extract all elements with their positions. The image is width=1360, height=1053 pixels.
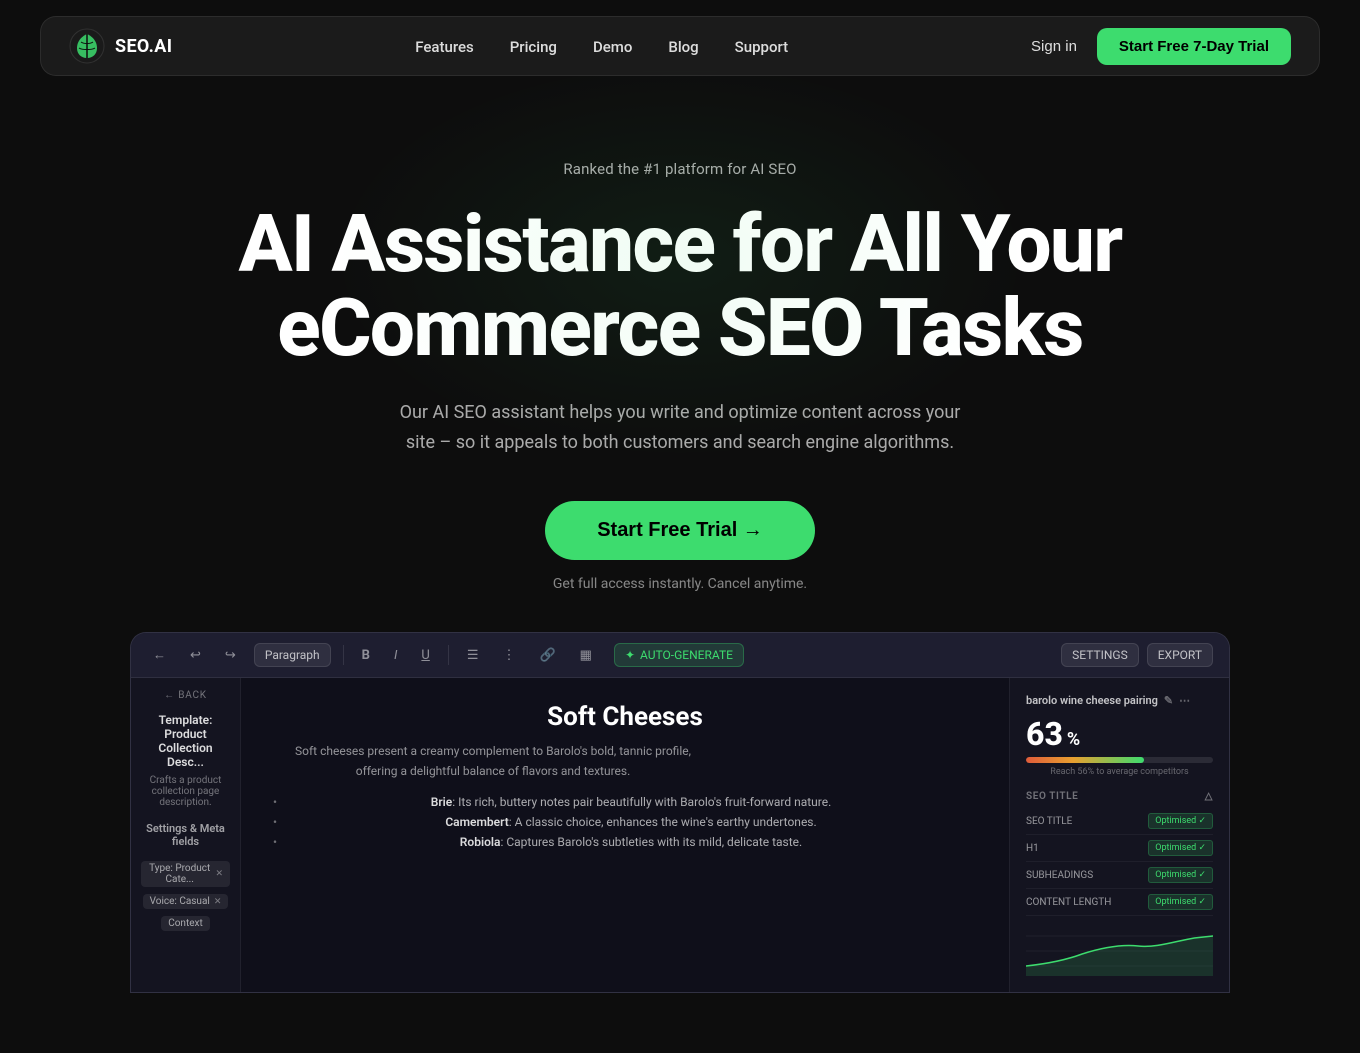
subheadings-badge: Optimised ✓ <box>1148 867 1213 883</box>
list-item-0: Brie: Its rich, buttery notes pair beaut… <box>273 795 977 809</box>
link-icon[interactable]: 🔗 <box>533 644 561 667</box>
paragraph-dropdown[interactable]: Paragraph <box>254 643 331 667</box>
db-toolbar: ← ↩ ↪ Paragraph B I U ☰ ⋮ 🔗 ▦ ✦ AUTO-GEN… <box>131 633 1229 678</box>
subheadings-row: SUBHEADINGS Optimised ✓ <box>1026 862 1213 889</box>
hero-badge: Ranked the #1 platform for AI SEO <box>563 160 796 178</box>
template-title: Template: Product Collection Desc... <box>139 713 232 769</box>
logo-link[interactable]: SEO.AI <box>69 28 172 64</box>
settings-btn[interactable]: SETTINGS <box>1061 643 1139 667</box>
auto-generate-btn[interactable]: ✦ AUTO-GENERATE <box>614 643 744 667</box>
redo-icon[interactable]: ↪ <box>219 644 242 667</box>
tag-1-remove[interactable]: ✕ <box>214 897 222 907</box>
toolbar-right: SETTINGS EXPORT <box>1061 643 1213 667</box>
nav-pricing[interactable]: Pricing <box>510 38 557 56</box>
mini-chart <box>1026 926 1213 976</box>
list-item-2: Robiola: Captures Barolo's subtleties wi… <box>273 835 977 849</box>
right-section-header: SEO TITLE △ <box>1026 791 1213 802</box>
h1-badge: Optimised ✓ <box>1148 840 1213 856</box>
hero-cta-button[interactable]: Start Free Trial → <box>545 501 815 560</box>
start-trial-button[interactable]: Start Free 7-Day Trial <box>1097 28 1291 65</box>
underline-icon[interactable]: U <box>415 644 435 667</box>
chart-svg <box>1026 926 1213 976</box>
subheadings-label: SUBHEADINGS <box>1026 870 1093 881</box>
edit-query-icon[interactable]: ✎ <box>1164 694 1173 707</box>
toolbar-sep-1 <box>343 645 344 665</box>
seo-title-label: SEO TITLE <box>1026 816 1072 827</box>
settings-section-label: Settings & Meta fields <box>139 822 232 848</box>
score-bar <box>1026 757 1213 763</box>
template-desc: Crafts a product collection page descrip… <box>139 775 232 808</box>
list-icon[interactable]: ☰ <box>461 644 485 667</box>
seo-query: barolo wine cheese pairing ✎ ⋯ <box>1026 694 1213 707</box>
tags-container: Type: Product Cate... ✕ Voice: Casual ✕ … <box>139 856 232 933</box>
tag-1[interactable]: Voice: Casual ✕ <box>143 894 229 909</box>
logo-text: SEO.AI <box>115 36 172 57</box>
tag-0[interactable]: Type: Product Cate... ✕ <box>141 861 230 887</box>
more-icon[interactable]: ⋯ <box>1179 694 1190 707</box>
nav-features[interactable]: Features <box>415 38 473 56</box>
content-length-badge: Optimised ✓ <box>1148 894 1213 910</box>
content-length-row: CONTENT LENGTH Optimised ✓ <box>1026 889 1213 916</box>
table-icon[interactable]: ▦ <box>574 644 598 667</box>
navbar: SEO.AI Features Pricing Demo Blog Suppor… <box>40 16 1320 76</box>
h1-row: H1 Optimised ✓ <box>1026 835 1213 862</box>
dashboard-preview: ← ↩ ↪ Paragraph B I U ☰ ⋮ 🔗 ▦ ✦ AUTO-GEN… <box>130 632 1230 993</box>
nav-links: Features Pricing Demo Blog Support <box>415 37 788 56</box>
nav-demo[interactable]: Demo <box>593 38 632 56</box>
auto-generate-icon: ✦ <box>625 648 635 662</box>
seo-title-row: SEO TITLE Optimised ✓ <box>1026 808 1213 835</box>
ol-icon[interactable]: ⋮ <box>496 644 521 667</box>
hero-subtitle: Our AI SEO assistant helps you write and… <box>390 398 970 457</box>
tag-0-remove[interactable]: ✕ <box>215 869 223 879</box>
tag-2: Context <box>161 916 210 931</box>
score-hint: Reach 56% to average competitors <box>1026 767 1213 777</box>
hero-section: Ranked the #1 platform for AI SEO AI Ass… <box>0 0 1360 1053</box>
undo-icon[interactable]: ↩ <box>184 644 207 667</box>
content-list: Brie: Its rich, buttery notes pair beaut… <box>273 795 977 849</box>
back-icon[interactable]: ← <box>147 643 172 667</box>
sign-in-button[interactable]: Sign in <box>1031 38 1077 55</box>
seo-score: 63 <box>1026 715 1063 753</box>
hero-cta-note: Get full access instantly. Cancel anytim… <box>553 576 807 592</box>
logo-icon <box>69 28 105 64</box>
list-item-1: Camembert: A classic choice, enhances th… <box>273 815 977 829</box>
export-btn[interactable]: EXPORT <box>1147 643 1213 667</box>
content-title[interactable]: Soft Cheeses <box>273 702 977 732</box>
italic-icon[interactable]: I <box>388 644 403 667</box>
db-right-panel: barolo wine cheese pairing ✎ ⋯ 63 % Reac… <box>1009 678 1229 992</box>
seo-title-badge: Optimised ✓ <box>1148 813 1213 829</box>
bold-icon[interactable]: B <box>356 644 376 667</box>
dashboard-outer: ← ↩ ↪ Paragraph B I U ☰ ⋮ 🔗 ▦ ✦ AUTO-GEN… <box>130 632 1230 993</box>
db-main-editor: Soft Cheeses Soft cheeses present a crea… <box>241 678 1009 992</box>
sidebar-back[interactable]: ← BACK <box>139 690 232 701</box>
hero-title: AI Assistance for All Your eCommerce SEO… <box>238 202 1121 370</box>
db-body: ← BACK Template: Product Collection Desc… <box>131 678 1229 992</box>
nav-blog[interactable]: Blog <box>668 38 698 56</box>
content-paragraph[interactable]: Soft cheeses present a creamy complement… <box>273 742 713 780</box>
h1-label: H1 <box>1026 843 1039 854</box>
nav-support[interactable]: Support <box>735 38 788 56</box>
score-bar-fill <box>1026 757 1144 763</box>
seo-score-container: 63 % <box>1026 715 1213 753</box>
content-length-label: CONTENT LENGTH <box>1026 897 1111 908</box>
db-left-partial: ← BACK Template: Product Collection Desc… <box>131 678 241 992</box>
toolbar-sep-2 <box>448 645 449 665</box>
nav-actions: Sign in Start Free 7-Day Trial <box>1031 28 1291 65</box>
